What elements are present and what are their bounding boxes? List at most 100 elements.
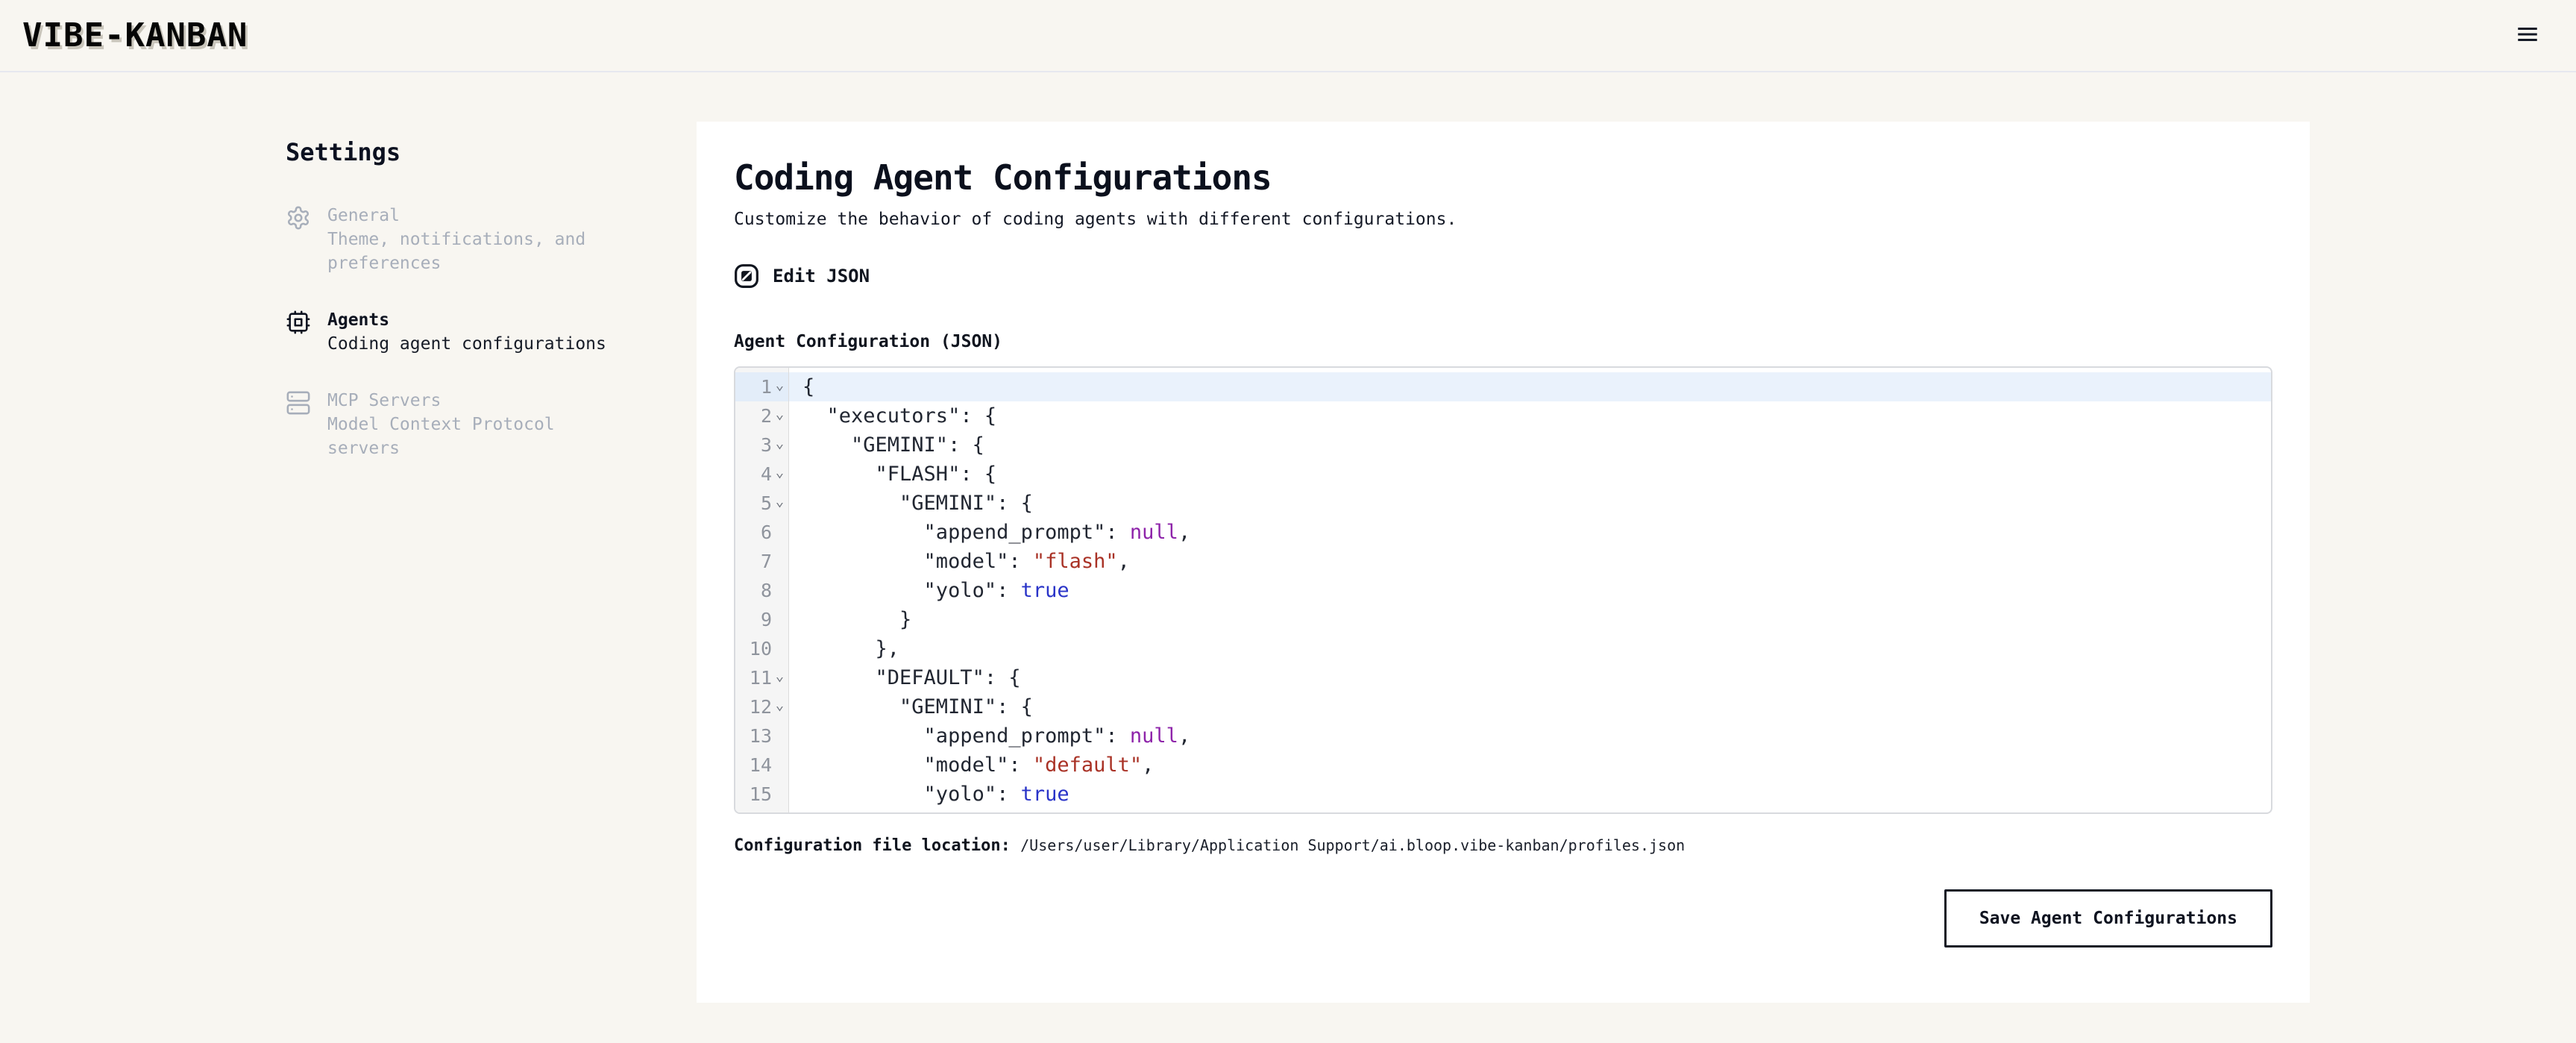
edit-json-toggle-row: Edit JSON: [734, 263, 2272, 289]
save-agent-configurations-button[interactable]: Save Agent Configurations: [1944, 889, 2272, 948]
code-line[interactable]: "FLASH": {: [789, 460, 2271, 489]
page-title: Coding Agent Configurations: [734, 157, 1272, 198]
line-number: 6⌄: [735, 518, 788, 547]
code-line[interactable]: "GEMINI": {: [789, 692, 2271, 721]
fold-chevron-icon[interactable]: ⌄: [772, 697, 788, 713]
sidebar-item-label: General: [327, 206, 400, 225]
code-line[interactable]: "yolo": true: [789, 780, 2271, 809]
editor-content[interactable]: { "executors": { "GEMINI": { "FLASH": { …: [789, 368, 2271, 812]
line-number: 9⌄: [735, 605, 788, 634]
sidebar-title: Settings: [286, 138, 401, 166]
sidebar-item-text: General Theme, notifications, and prefere…: [327, 204, 636, 275]
token-string: "flash": [1032, 550, 1118, 573]
line-number: 7⌄: [735, 547, 788, 576]
token-null: null: [1129, 521, 1178, 544]
line-number[interactable]: 12 ⌄: [735, 692, 788, 721]
app-logo: VIBE-KANBAN: [22, 16, 248, 54]
sidebar-item-label: Agents: [327, 310, 390, 330]
sidebar-item-text: Agents Coding agent configurations: [327, 308, 636, 356]
line-number-value: 4: [760, 463, 772, 485]
cpu-icon: [286, 310, 311, 335]
save-row: Save Agent Configurations: [734, 889, 2272, 948]
settings-sidebar: Settings General Theme, notifications, an…: [286, 138, 636, 493]
fold-chevron-icon[interactable]: ⌄: [772, 493, 788, 510]
token-default: "yolo":: [802, 783, 1021, 806]
edit-json-toggle[interactable]: [734, 263, 759, 289]
line-number-value: 7: [760, 551, 772, 572]
code-line[interactable]: }: [789, 605, 2271, 634]
token-default: "yolo":: [802, 579, 1021, 602]
token-default: ,: [1178, 521, 1191, 544]
line-number: 13⌄: [735, 721, 788, 751]
sidebar-item-description: Coding agent configurations: [327, 334, 606, 354]
line-number: 10⌄: [735, 634, 788, 663]
editor-gutter: 1⌄2⌄3⌄4⌄5⌄6⌄7⌄8⌄9⌄10⌄11⌄12⌄13⌄14⌄15⌄: [735, 368, 789, 812]
code-line[interactable]: "append_prompt": null,: [789, 518, 2271, 547]
sidebar-item-agents[interactable]: Agents Coding agent configurations: [286, 308, 636, 356]
hamburger-icon: [2516, 23, 2539, 48]
fold-chevron-icon[interactable]: ⌄: [772, 377, 788, 393]
token-default: },: [802, 637, 900, 660]
token-default: "append_prompt":: [802, 521, 1130, 544]
token-null: null: [1129, 724, 1178, 748]
config-file-location-path: /Users/user/Library/Application Support/…: [1020, 836, 1686, 854]
sidebar-item-general[interactable]: General Theme, notifications, and prefere…: [286, 204, 636, 275]
fold-chevron-icon[interactable]: ⌄: [772, 464, 788, 480]
code-line[interactable]: },: [789, 634, 2271, 663]
sidebar-item-description: Theme, notifications, and preferences: [327, 230, 586, 273]
line-number[interactable]: 4 ⌄: [735, 460, 788, 489]
token-default: ,: [1117, 550, 1130, 573]
fold-chevron-icon[interactable]: ⌄: [772, 668, 788, 684]
line-number[interactable]: 1 ⌄: [735, 372, 788, 401]
token-default: "GEMINI": {: [802, 695, 1033, 718]
server-icon: [286, 390, 311, 416]
token-string: "default": [1032, 754, 1143, 777]
json-code-editor[interactable]: 1⌄2⌄3⌄4⌄5⌄6⌄7⌄8⌄9⌄10⌄11⌄12⌄13⌄14⌄15⌄ { "…: [734, 366, 2272, 814]
code-line[interactable]: {: [789, 372, 2271, 401]
line-number-value: 11: [749, 667, 772, 689]
code-line[interactable]: "model": "flash",: [789, 547, 2271, 576]
line-number-value: 3: [760, 434, 772, 456]
line-number-value: 8: [760, 580, 772, 601]
sidebar-nav: General Theme, notifications, and prefere…: [286, 204, 636, 460]
fold-chevron-icon[interactable]: ⌄: [772, 435, 788, 451]
token-bool: true: [1020, 579, 1069, 602]
line-number-value: 12: [749, 696, 772, 718]
token-default: "DEFAULT": {: [802, 666, 1021, 689]
token-default: "GEMINI": {: [802, 492, 1033, 515]
line-number-value: 5: [760, 492, 772, 514]
editor-label: Agent Configuration (JSON): [734, 332, 1003, 351]
sidebar-item-mcp-servers[interactable]: MCP Servers Model Context Protocol server…: [286, 389, 636, 460]
sidebar-item-description: Model Context Protocol servers: [327, 415, 555, 458]
code-line[interactable]: "GEMINI": {: [789, 430, 2271, 460]
fold-chevron-icon[interactable]: ⌄: [772, 406, 788, 422]
line-number-value: 9: [760, 609, 772, 630]
line-number-value: 15: [749, 783, 772, 805]
code-line[interactable]: "yolo": true: [789, 576, 2271, 605]
token-default: }: [802, 608, 912, 631]
code-line[interactable]: "executors": {: [789, 401, 2271, 430]
line-number[interactable]: 3 ⌄: [735, 430, 788, 460]
token-default: "append_prompt":: [802, 724, 1130, 748]
token-default: ,: [1142, 754, 1155, 777]
config-file-location-label: Configuration file location:: [734, 836, 1011, 855]
code-line[interactable]: "append_prompt": null,: [789, 721, 2271, 751]
line-number-value: 13: [749, 725, 772, 747]
line-number[interactable]: 2 ⌄: [735, 401, 788, 430]
line-number[interactable]: 11 ⌄: [735, 663, 788, 692]
code-line[interactable]: "DEFAULT": {: [789, 663, 2271, 692]
code-line[interactable]: "model": "default",: [789, 751, 2271, 780]
agents-settings-panel: Coding Agent Configurations Customize th…: [697, 122, 2310, 1003]
sidebar-item-label: MCP Servers: [327, 391, 442, 410]
code-line[interactable]: "GEMINI": {: [789, 489, 2271, 518]
line-number-value: 10: [749, 638, 772, 660]
sidebar-item-text: MCP Servers Model Context Protocol server…: [327, 389, 636, 460]
config-file-location: Configuration file location: /Users/user…: [734, 836, 2272, 855]
hamburger-menu-button[interactable]: [2512, 19, 2543, 52]
line-number: 8⌄: [735, 576, 788, 605]
token-default: {: [802, 375, 815, 398]
line-number[interactable]: 5 ⌄: [735, 489, 788, 518]
app-header: VIBE-KANBAN: [0, 0, 2576, 72]
token-default: "FLASH": {: [802, 463, 997, 486]
line-number: 14⌄: [735, 751, 788, 780]
